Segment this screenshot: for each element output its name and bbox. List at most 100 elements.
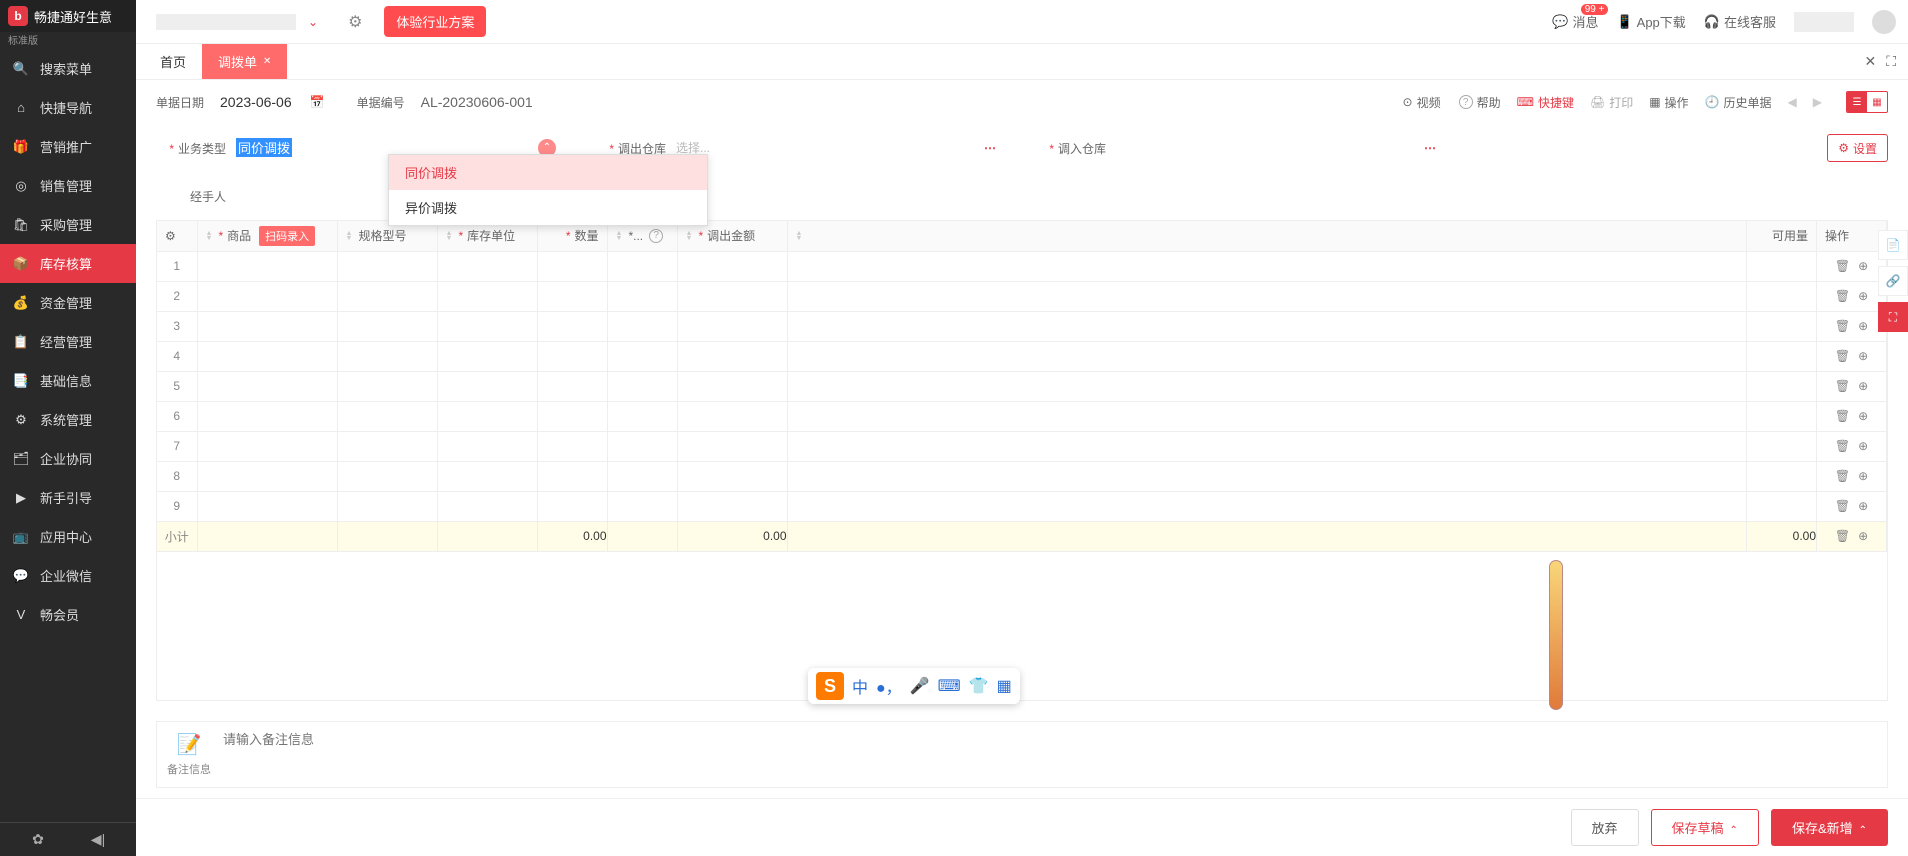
copy-icon[interactable]: ⊕	[1858, 469, 1868, 483]
operate-link[interactable]: ▦操作	[1649, 94, 1688, 111]
tab-home[interactable]: 首页	[144, 44, 202, 79]
delete-icon[interactable]: 🗑	[1835, 289, 1850, 303]
menu-purchase[interactable]: 🛍采购管理	[0, 205, 136, 244]
view-list-icon[interactable]: ☰	[1847, 92, 1867, 112]
copy-icon[interactable]: ⊕	[1858, 439, 1868, 453]
menu-quicknav[interactable]: ⌂快捷导航	[0, 88, 136, 127]
copy-icon[interactable]: ⊕	[1858, 289, 1868, 303]
delete-icon[interactable]: 🗑	[1835, 469, 1850, 483]
ime-lang[interactable]: 中	[852, 674, 868, 698]
delete-icon[interactable]: 🗑	[1835, 349, 1850, 363]
history-link[interactable]: 🕘历史单据	[1705, 94, 1772, 111]
experience-plan-button[interactable]: 体验行业方案	[384, 6, 486, 37]
copy-icon[interactable]: ⊕	[1858, 349, 1868, 363]
sort-icon[interactable]: ▲▼	[686, 231, 693, 241]
table-row[interactable]: 7🗑⊕	[157, 431, 1887, 461]
video-link[interactable]: ⊙视频	[1403, 94, 1441, 111]
help-icon[interactable]: ?	[649, 229, 663, 243]
col-ellipsis[interactable]: *...	[628, 229, 643, 243]
help-link[interactable]: ?帮助	[1457, 94, 1501, 111]
ime-logo-icon[interactable]: S	[816, 672, 844, 700]
menu-sales[interactable]: ◎销售管理	[0, 166, 136, 205]
calendar-icon[interactable]: 📅	[310, 95, 325, 109]
config-button[interactable]: ⚙设置	[1827, 134, 1888, 162]
menu-finance[interactable]: 💰资金管理	[0, 283, 136, 322]
delete-icon[interactable]: 🗑	[1835, 319, 1850, 333]
table-row[interactable]: 3🗑⊕	[157, 311, 1887, 341]
messages-link[interactable]: 💬 消息 99 +	[1552, 12, 1598, 31]
menu-system[interactable]: ⚙系统管理	[0, 400, 136, 439]
dock-note-icon[interactable]: 📄	[1878, 230, 1908, 260]
hotkey-link[interactable]: ⌨快捷键	[1517, 94, 1574, 111]
avatar[interactable]	[1872, 10, 1896, 34]
menu-basic-info[interactable]: 📑基础信息	[0, 361, 136, 400]
menu-appcenter[interactable]: 📺应用中心	[0, 517, 136, 556]
print-link[interactable]: 🖨打印	[1590, 94, 1633, 111]
ime-keyboard-icon[interactable]: ⌨	[938, 676, 961, 696]
notes-input[interactable]	[223, 732, 1877, 747]
dropdown-option-diff-price[interactable]: 异价调拨	[389, 190, 707, 225]
ime-toolbox-icon[interactable]: ▦	[997, 676, 1012, 696]
sort-icon[interactable]: ▲▼	[346, 231, 353, 241]
save-draft-button[interactable]: 保存草稿⌃	[1651, 809, 1759, 846]
settings-button[interactable]: ⚙	[336, 6, 374, 38]
view-grid-icon[interactable]: ▦	[1867, 92, 1887, 112]
menu-collab[interactable]: 🗂企业协同	[0, 439, 136, 478]
copy-icon[interactable]: ⊕	[1858, 319, 1868, 333]
dock-expand-icon[interactable]: ⛶	[1878, 302, 1908, 332]
menu-business[interactable]: 📋经营管理	[0, 322, 136, 361]
thermometer-widget[interactable]	[1549, 560, 1563, 710]
col-product[interactable]: 商品	[227, 227, 251, 244]
copy-icon[interactable]: ⊕	[1858, 499, 1868, 513]
menu-marketing[interactable]: 🎁营销推广	[0, 127, 136, 166]
sort-icon[interactable]: ▲▼	[206, 231, 213, 241]
sort-icon[interactable]: ▲▼	[796, 231, 803, 241]
org-selector[interactable]: ⌄	[148, 10, 326, 34]
table-row[interactable]: 8🗑⊕	[157, 461, 1887, 491]
menu-inventory[interactable]: 📦库存核算	[0, 244, 136, 283]
dock-attach-icon[interactable]: 🔗	[1878, 266, 1908, 296]
settings-icon[interactable]: ✿	[8, 831, 68, 848]
copy-icon[interactable]: ⊕	[1858, 409, 1868, 423]
app-download-link[interactable]: 📱App下载	[1616, 12, 1685, 31]
ime-toolbar[interactable]: S 中 ●， 🎤 ⌨ 👕 ▦	[808, 668, 1020, 704]
next-icon[interactable]: ▶	[1813, 95, 1822, 109]
table-row[interactable]: 6🗑⊕	[157, 401, 1887, 431]
tab-close-all-icon[interactable]: ✕	[1864, 53, 1876, 70]
date-value[interactable]: 2023-06-06	[220, 94, 292, 110]
delete-icon[interactable]: 🗑	[1835, 499, 1850, 513]
column-config-icon[interactable]: ⚙	[157, 221, 197, 251]
ime-punct-icon[interactable]: ●，	[876, 674, 902, 698]
prev-icon[interactable]: ◀	[1788, 95, 1797, 109]
copy-icon[interactable]: ⊕	[1858, 259, 1868, 273]
delete-icon[interactable]: 🗑	[1835, 379, 1850, 393]
out-warehouse-select[interactable]: 选择... ⋯	[676, 134, 996, 162]
ime-voice-icon[interactable]: 🎤	[910, 676, 930, 696]
table-row[interactable]: 5🗑⊕	[157, 371, 1887, 401]
table-row[interactable]: 9🗑⊕	[157, 491, 1887, 521]
copy-icon[interactable]: ⊕	[1858, 529, 1868, 543]
more-icon[interactable]: ⋯	[1424, 141, 1436, 155]
scan-badge[interactable]: 扫码录入	[259, 226, 315, 246]
fullscreen-icon[interactable]: ⛶	[1886, 53, 1896, 70]
menu-wechat[interactable]: 💬企业微信	[0, 556, 136, 595]
abandon-button[interactable]: 放弃	[1571, 809, 1639, 846]
menu-vip[interactable]: V畅会员	[0, 595, 136, 634]
delete-icon[interactable]: 🗑	[1835, 529, 1850, 543]
col-out-amount[interactable]: 调出金额	[707, 227, 755, 244]
tab-transfer-order[interactable]: 调拨单 ✕	[202, 44, 287, 79]
table-row[interactable]: 1🗑⊕	[157, 251, 1887, 281]
dropdown-option-same-price[interactable]: 同价调拨	[389, 155, 707, 190]
ime-skin-icon[interactable]: 👕	[969, 676, 989, 696]
delete-icon[interactable]: 🗑	[1835, 439, 1850, 453]
delete-icon[interactable]: 🗑	[1835, 259, 1850, 273]
sort-icon[interactable]: ▲▼	[446, 231, 453, 241]
menu-search[interactable]: 🔍搜索菜单	[0, 49, 136, 88]
sort-icon[interactable]: ▲▼	[616, 231, 623, 241]
close-icon[interactable]: ✕	[263, 56, 271, 67]
col-spec[interactable]: 规格型号	[358, 227, 406, 244]
menu-guide[interactable]: ▶新手引导	[0, 478, 136, 517]
col-unit[interactable]: 库存单位	[467, 227, 515, 244]
collapse-icon[interactable]: ◀|	[68, 831, 128, 848]
copy-icon[interactable]: ⊕	[1858, 379, 1868, 393]
